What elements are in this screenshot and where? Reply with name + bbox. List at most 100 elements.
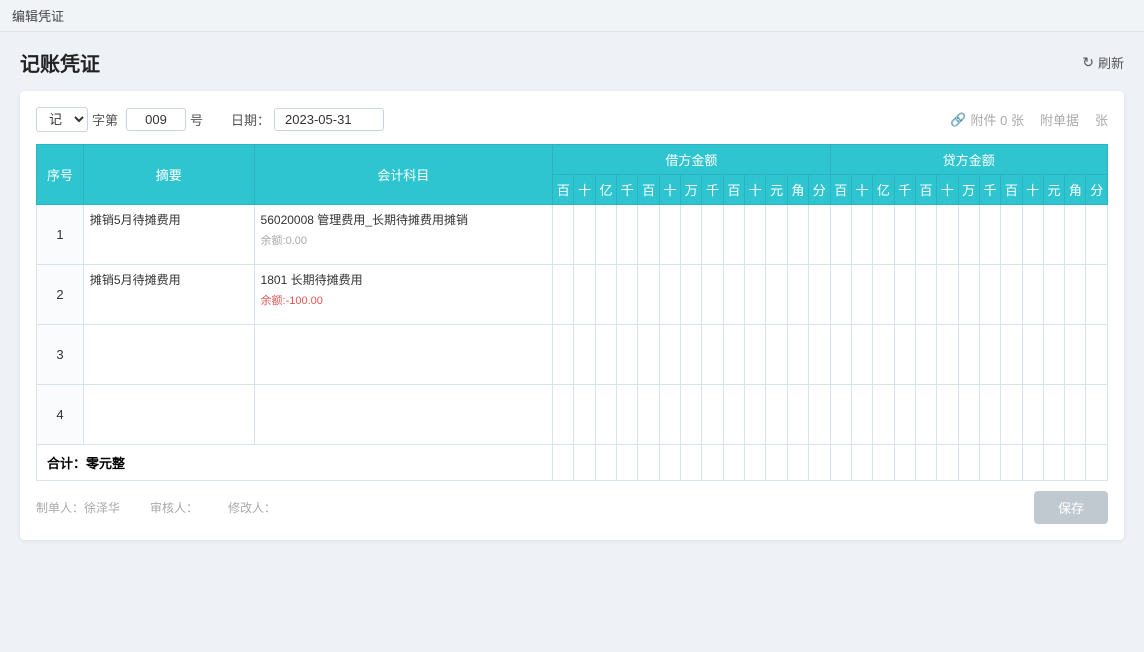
debit-digit-4[interactable] [617,265,638,325]
summary-cell[interactable]: 摊销5月待摊费用 [83,265,254,325]
debit-digit-8[interactable] [702,205,723,265]
debit-digit-2[interactable] [574,205,595,265]
credit-digit-10[interactable] [1022,385,1043,445]
credit-digit-2[interactable] [851,205,872,265]
debit-digit-9[interactable] [723,265,744,325]
summary-cell[interactable] [83,325,254,385]
debit-digit-3[interactable] [595,205,616,265]
credit-digit-5[interactable] [915,325,936,385]
debit-digit-13[interactable] [809,205,830,265]
debit-digit-12[interactable] [787,265,808,325]
credit-digit-11[interactable] [1043,385,1064,445]
credit-digit-3[interactable] [873,325,894,385]
credit-digit-10[interactable] [1022,205,1043,265]
debit-digit-4[interactable] [617,205,638,265]
debit-digit-12[interactable] [787,205,808,265]
credit-digit-13[interactable] [1086,385,1108,445]
debit-digit-9[interactable] [723,325,744,385]
credit-digit-10[interactable] [1022,265,1043,325]
credit-digit-8[interactable] [979,325,1000,385]
credit-digit-11[interactable] [1043,265,1064,325]
debit-digit-6[interactable] [659,265,680,325]
credit-digit-3[interactable] [873,385,894,445]
voucher-number-input[interactable] [126,108,186,131]
credit-digit-5[interactable] [915,265,936,325]
debit-digit-8[interactable] [702,325,723,385]
debit-digit-11[interactable] [766,205,787,265]
debit-digit-7[interactable] [681,325,702,385]
credit-digit-8[interactable] [979,205,1000,265]
debit-digit-5[interactable] [638,265,659,325]
refresh-button[interactable]: ↻ 刷新 [1082,53,1124,72]
debit-digit-3[interactable] [595,325,616,385]
debit-digit-2[interactable] [574,385,595,445]
debit-digit-6[interactable] [659,205,680,265]
credit-digit-12[interactable] [1065,325,1086,385]
credit-digit-11[interactable] [1043,325,1064,385]
credit-digit-1[interactable] [830,325,851,385]
credit-digit-6[interactable] [937,265,958,325]
credit-digit-1[interactable] [830,385,851,445]
debit-digit-11[interactable] [766,385,787,445]
date-input[interactable] [274,108,384,131]
summary-cell[interactable] [83,385,254,445]
debit-digit-7[interactable] [681,385,702,445]
debit-digit-1[interactable] [553,385,574,445]
debit-digit-6[interactable] [659,385,680,445]
debit-digit-12[interactable] [787,385,808,445]
debit-digit-4[interactable] [617,385,638,445]
debit-digit-7[interactable] [681,265,702,325]
account-cell[interactable] [254,385,553,445]
credit-digit-6[interactable] [937,205,958,265]
credit-digit-12[interactable] [1065,385,1086,445]
credit-digit-1[interactable] [830,205,851,265]
credit-digit-1[interactable] [830,265,851,325]
debit-digit-2[interactable] [574,325,595,385]
credit-digit-5[interactable] [915,385,936,445]
debit-digit-13[interactable] [809,265,830,325]
debit-digit-6[interactable] [659,325,680,385]
account-cell[interactable] [254,325,553,385]
debit-digit-3[interactable] [595,385,616,445]
credit-digit-13[interactable] [1086,325,1108,385]
credit-digit-8[interactable] [979,385,1000,445]
debit-digit-4[interactable] [617,325,638,385]
credit-digit-4[interactable] [894,325,915,385]
credit-digit-12[interactable] [1065,205,1086,265]
debit-digit-5[interactable] [638,325,659,385]
credit-digit-7[interactable] [958,265,979,325]
debit-digit-13[interactable] [809,325,830,385]
credit-digit-11[interactable] [1043,205,1064,265]
credit-digit-7[interactable] [958,385,979,445]
attachment-link[interactable]: 🔗 附件 0 张 [950,110,1024,129]
debit-digit-1[interactable] [553,265,574,325]
credit-digit-9[interactable] [1001,385,1022,445]
debit-digit-10[interactable] [745,265,766,325]
debit-digit-11[interactable] [766,325,787,385]
credit-digit-2[interactable] [851,385,872,445]
credit-digit-9[interactable] [1001,325,1022,385]
credit-digit-4[interactable] [894,205,915,265]
debit-digit-5[interactable] [638,385,659,445]
credit-digit-5[interactable] [915,205,936,265]
debit-digit-1[interactable] [553,325,574,385]
debit-digit-9[interactable] [723,205,744,265]
debit-digit-7[interactable] [681,205,702,265]
credit-digit-13[interactable] [1086,205,1108,265]
account-cell[interactable]: 1801 长期待摊费用余额:-100.00 [254,265,553,325]
credit-digit-7[interactable] [958,325,979,385]
summary-cell[interactable]: 摊销5月待摊费用 [83,205,254,265]
credit-digit-6[interactable] [937,325,958,385]
credit-digit-10[interactable] [1022,325,1043,385]
credit-digit-6[interactable] [937,385,958,445]
account-cell[interactable]: 56020008 管理费用_长期待摊费用摊销余额:0.00 [254,205,553,265]
credit-digit-12[interactable] [1065,265,1086,325]
debit-digit-10[interactable] [745,325,766,385]
debit-digit-10[interactable] [745,385,766,445]
credit-digit-7[interactable] [958,205,979,265]
credit-digit-4[interactable] [894,385,915,445]
debit-digit-9[interactable] [723,385,744,445]
debit-digit-5[interactable] [638,205,659,265]
debit-digit-13[interactable] [809,385,830,445]
debit-digit-10[interactable] [745,205,766,265]
